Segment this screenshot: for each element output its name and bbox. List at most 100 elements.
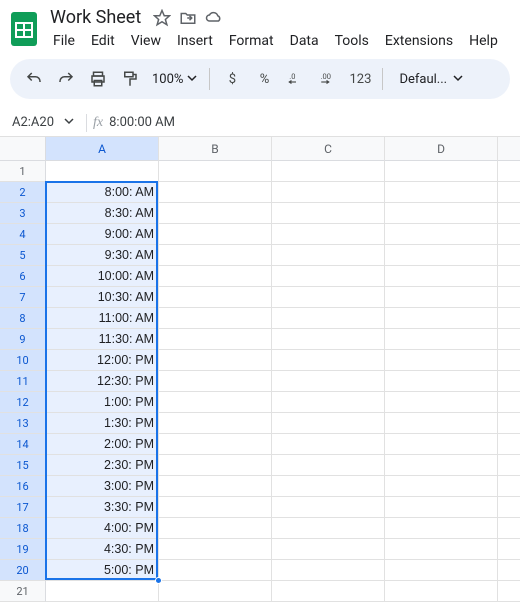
row-header[interactable]: 7 <box>0 287 46 308</box>
cell[interactable] <box>46 581 159 602</box>
row-header[interactable]: 10 <box>0 350 46 371</box>
menu-data[interactable]: Data <box>283 31 326 51</box>
cell[interactable] <box>272 266 385 287</box>
cell[interactable] <box>385 350 498 371</box>
cell[interactable] <box>385 161 498 182</box>
cell[interactable] <box>385 224 498 245</box>
row-header[interactable]: 14 <box>0 434 46 455</box>
column-header[interactable]: C <box>272 137 385 161</box>
cell[interactable] <box>272 350 385 371</box>
cell[interactable] <box>385 539 498 560</box>
cell[interactable] <box>159 245 272 266</box>
column-header[interactable]: E <box>498 137 520 161</box>
cell[interactable] <box>272 329 385 350</box>
cell[interactable] <box>159 455 272 476</box>
cell[interactable] <box>385 266 498 287</box>
select-all-corner[interactable] <box>0 137 46 161</box>
cell[interactable] <box>159 287 272 308</box>
cell[interactable] <box>385 455 498 476</box>
cell[interactable] <box>272 455 385 476</box>
cell[interactable] <box>385 308 498 329</box>
cell[interactable]: 10:30: AM <box>46 287 159 308</box>
cell[interactable] <box>498 203 520 224</box>
menu-format[interactable]: Format <box>222 31 281 51</box>
cell[interactable] <box>498 224 520 245</box>
row-header[interactable]: 6 <box>0 266 46 287</box>
cell[interactable] <box>498 476 520 497</box>
cell[interactable]: 1:00: PM <box>46 392 159 413</box>
paint-format-button[interactable] <box>116 65 144 93</box>
column-header[interactable]: B <box>159 137 272 161</box>
cell[interactable] <box>272 518 385 539</box>
cell[interactable] <box>159 581 272 602</box>
row-header[interactable]: 13 <box>0 413 46 434</box>
row-header[interactable]: 5 <box>0 245 46 266</box>
cell[interactable] <box>498 266 520 287</box>
font-select[interactable]: Defaul... <box>391 72 471 87</box>
cell[interactable] <box>385 476 498 497</box>
cell[interactable] <box>498 392 520 413</box>
cell[interactable]: 2:00: PM <box>46 434 159 455</box>
cell[interactable]: 12:30: PM <box>46 371 159 392</box>
cell[interactable] <box>385 497 498 518</box>
cell[interactable] <box>272 413 385 434</box>
cell[interactable] <box>159 308 272 329</box>
cell[interactable] <box>498 434 520 455</box>
cell[interactable] <box>159 182 272 203</box>
cell[interactable] <box>385 518 498 539</box>
cell[interactable] <box>159 476 272 497</box>
menu-edit[interactable]: Edit <box>84 31 122 51</box>
cell[interactable] <box>498 413 520 434</box>
cell[interactable] <box>272 560 385 581</box>
cell[interactable] <box>159 560 272 581</box>
increase-decimal-button[interactable]: .00 <box>314 65 342 93</box>
cell[interactable] <box>159 266 272 287</box>
cell[interactable] <box>272 182 385 203</box>
cell[interactable]: 4:00: PM <box>46 518 159 539</box>
cell[interactable] <box>159 539 272 560</box>
cell[interactable] <box>498 161 520 182</box>
move-folder-icon[interactable] <box>179 9 197 27</box>
cell[interactable]: 12:00: PM <box>46 350 159 371</box>
cell[interactable] <box>159 203 272 224</box>
menu-insert[interactable]: Insert <box>170 31 220 51</box>
cell[interactable]: 11:00: AM <box>46 308 159 329</box>
cell[interactable] <box>272 308 385 329</box>
cell[interactable] <box>385 329 498 350</box>
row-header[interactable]: 15 <box>0 455 46 476</box>
cell[interactable] <box>385 413 498 434</box>
cell[interactable] <box>498 371 520 392</box>
cell[interactable] <box>159 161 272 182</box>
cell[interactable]: 8:30: AM <box>46 203 159 224</box>
cell[interactable] <box>498 518 520 539</box>
row-header[interactable]: 20 <box>0 560 46 581</box>
row-header[interactable]: 8 <box>0 308 46 329</box>
menu-help[interactable]: Help <box>462 31 505 51</box>
cell[interactable] <box>385 371 498 392</box>
cell[interactable] <box>159 518 272 539</box>
cell[interactable] <box>159 224 272 245</box>
cell[interactable] <box>385 560 498 581</box>
cell[interactable] <box>46 161 159 182</box>
row-header[interactable]: 18 <box>0 518 46 539</box>
cloud-status-icon[interactable] <box>205 9 223 27</box>
cell[interactable] <box>272 203 385 224</box>
cell[interactable]: 2:30: PM <box>46 455 159 476</box>
cell[interactable] <box>385 581 498 602</box>
cell[interactable] <box>272 245 385 266</box>
cell[interactable]: 1:30: PM <box>46 413 159 434</box>
cell[interactable] <box>498 539 520 560</box>
spreadsheet-grid[interactable]: ABCDE128:00: AM38:30: AM49:00: AM59:30: … <box>0 137 520 602</box>
cell[interactable] <box>385 287 498 308</box>
row-header[interactable]: 19 <box>0 539 46 560</box>
cell[interactable]: 9:00: AM <box>46 224 159 245</box>
cell[interactable] <box>159 434 272 455</box>
cell[interactable] <box>159 350 272 371</box>
menu-view[interactable]: View <box>124 31 168 51</box>
fx-icon[interactable]: fx <box>93 115 109 131</box>
row-header[interactable]: 9 <box>0 329 46 350</box>
cell[interactable] <box>385 182 498 203</box>
cell[interactable]: 9:30: AM <box>46 245 159 266</box>
star-icon[interactable] <box>153 9 171 27</box>
formula-bar[interactable]: 8:00:00 AM <box>109 115 175 130</box>
